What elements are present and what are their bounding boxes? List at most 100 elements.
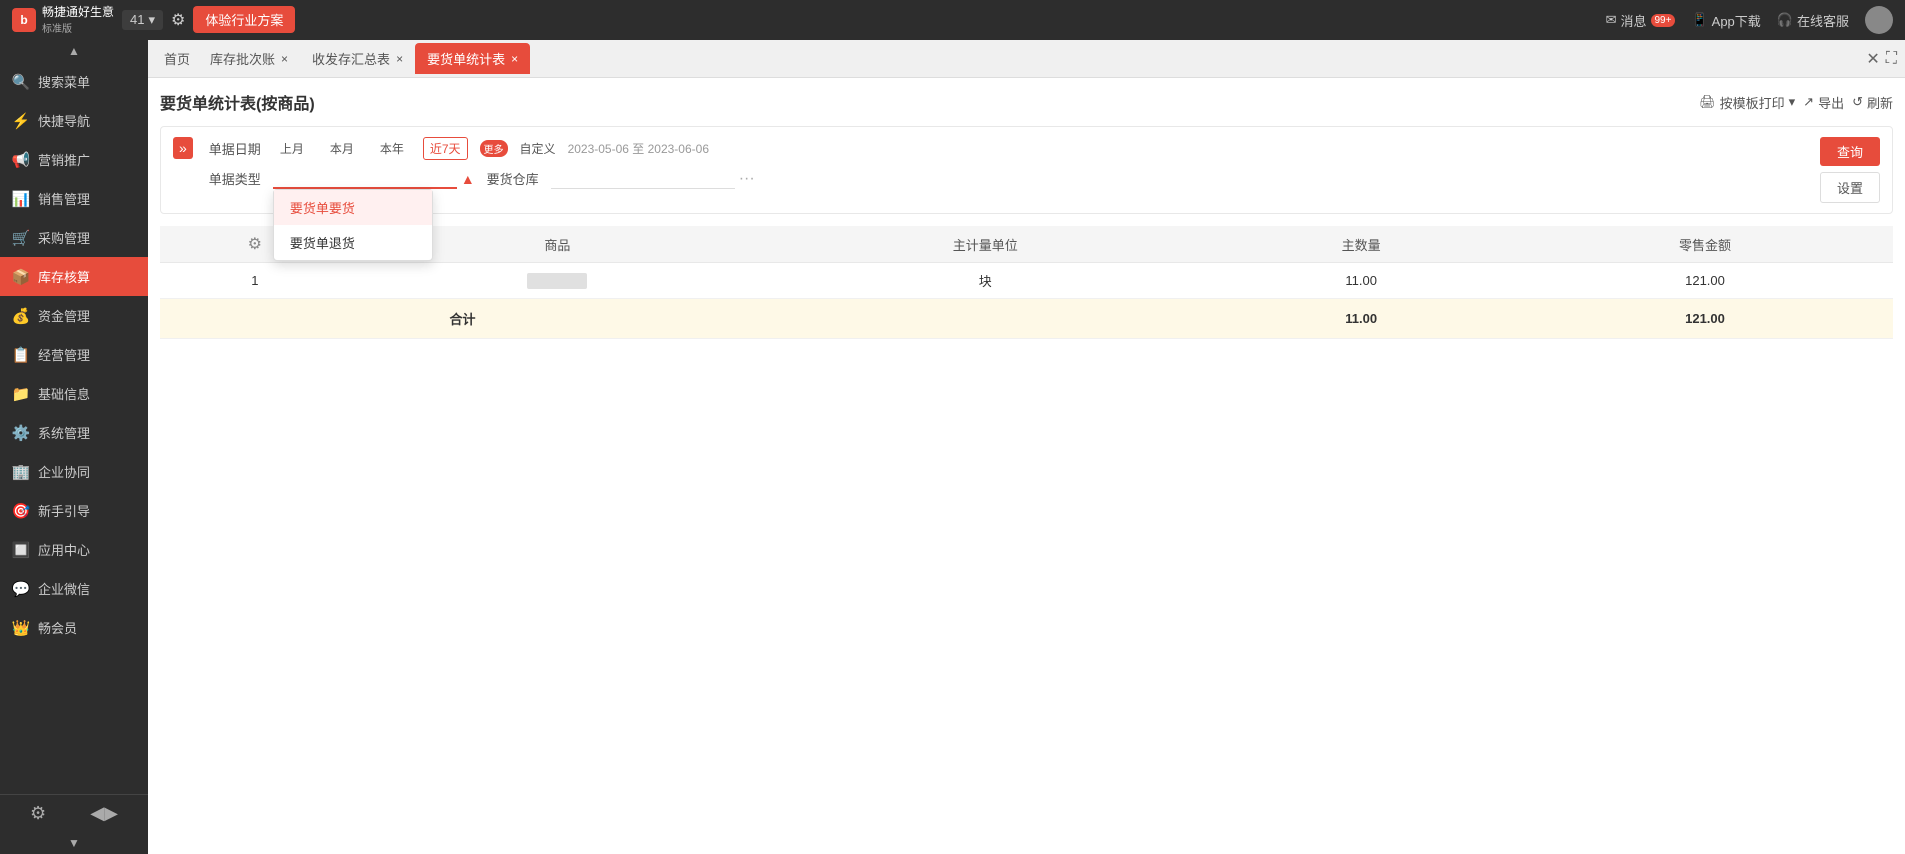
sidebar-item-marketing[interactable]: 📢 营销推广 <box>0 140 148 179</box>
date-more-badge: 更多 <box>480 140 508 157</box>
tab-inventory-batch-close[interactable]: × <box>281 52 288 66</box>
sidebar-item-purchase[interactable]: 🛒 采购管理 <box>0 218 148 257</box>
logo-icon: b <box>12 8 36 32</box>
footer-settings-icon[interactable]: ⚙ <box>30 803 46 824</box>
print-button[interactable]: 🖨 按模板打印 ▾ <box>1699 93 1795 112</box>
sidebar-item-system[interactable]: ⚙️ 系统管理 <box>0 413 148 452</box>
sidebar-item-wechat[interactable]: 💬 企业微信 <box>0 569 148 608</box>
date-btn-last-month[interactable]: 上月 <box>273 137 311 160</box>
page-title: 要货单统计表(按商品) <box>160 90 315 114</box>
dropdown-item-order-return[interactable]: 要货单退货 <box>274 225 432 260</box>
date-btn-this-year[interactable]: 本年 <box>373 137 411 160</box>
doc-type-arrow-icon[interactable]: ▲ <box>461 171 475 187</box>
sidebar-label-member: 畅会员 <box>38 618 77 637</box>
cell-quantity: 11.00 <box>1205 263 1517 299</box>
filter-bar: » 单据日期 上月 本月 本年 近7天 更多 自定义 2023-05-06 至 … <box>160 126 1893 214</box>
sidebar-icon-quick-nav: ⚡ <box>12 112 30 130</box>
date-btn-custom[interactable]: 自定义 <box>520 140 556 157</box>
settings-button[interactable]: 设置 <box>1820 172 1880 203</box>
online-service-label: 在线客服 <box>1797 11 1849 30</box>
sidebar-label-search: 搜索菜单 <box>38 72 90 91</box>
table-body: 1 块 11.00 121.00 <box>160 263 1893 299</box>
warehouse-input[interactable] <box>551 169 735 189</box>
messages-button[interactable]: ✉ 消息 99+ <box>1606 11 1676 30</box>
footer-toggle-icon[interactable]: ◀▶ <box>90 803 118 824</box>
avatar[interactable] <box>1865 6 1893 34</box>
tab-bar-actions: ✕ ⛶ <box>1866 49 1897 69</box>
trial-button[interactable]: 体验行业方案 <box>193 6 295 33</box>
sidebar: ▲ 🔍 搜索菜单 ⚡ 快捷导航 📢 营销推广 📊 销售管理 🛒 采购管理 📦 库… <box>0 40 148 854</box>
sidebar-icon-member: 👑 <box>12 619 30 637</box>
sidebar-item-search[interactable]: 🔍 搜索菜单 <box>0 62 148 101</box>
summary-amount: 121.00 <box>1517 299 1893 339</box>
sidebar-label-inventory: 库存核算 <box>38 267 90 286</box>
app-download-button[interactable]: 📱 App下载 <box>1691 11 1760 30</box>
sidebar-icon-basic-info: 📁 <box>12 385 30 403</box>
sidebar-item-guide[interactable]: 🎯 新手引导 <box>0 491 148 530</box>
settings-icon[interactable]: ⚙ <box>171 10 185 30</box>
tab-order-summary[interactable]: 要货单统计表 × <box>415 43 530 74</box>
sidebar-footer: ⚙ ◀▶ <box>0 794 148 832</box>
sidebar-item-finance[interactable]: 💰 资金管理 <box>0 296 148 335</box>
header-right: ✉ 消息 99+ 📱 App下载 🎧 在线客服 <box>1606 6 1893 34</box>
date-label: 单据日期 <box>209 139 261 158</box>
print-label: 按模板打印 <box>1720 93 1785 112</box>
query-button[interactable]: 查询 <box>1820 137 1880 166</box>
company-selector[interactable]: 41 ▾ <box>122 10 163 30</box>
refresh-icon: ↺ <box>1852 94 1863 110</box>
sidebar-item-app-center[interactable]: 🔲 应用中心 <box>0 530 148 569</box>
date-btn-7days[interactable]: 近7天 <box>423 137 468 160</box>
table-settings-icon[interactable]: ⚙ <box>248 236 262 253</box>
sidebar-label-enterprise: 企业协同 <box>38 462 90 481</box>
sidebar-label-basic-info: 基础信息 <box>38 384 90 403</box>
tab-expand-button[interactable]: ⛶ <box>1886 50 1897 68</box>
sidebar-item-basic-info[interactable]: 📁 基础信息 <box>0 374 148 413</box>
cell-amount: 121.00 <box>1517 263 1893 299</box>
sidebar-item-operations[interactable]: 📋 经营管理 <box>0 335 148 374</box>
sidebar-icon-operations: 📋 <box>12 346 30 364</box>
page-title-bar: 要货单统计表(按商品) 🖨 按模板打印 ▾ ↗ 导出 ↺ 刷新 <box>160 90 1893 114</box>
dropdown-item-order-goods[interactable]: 要货单要货 <box>274 190 432 225</box>
export-button[interactable]: ↗ 导出 <box>1803 93 1844 112</box>
filter-action-buttons: 查询 设置 <box>1820 137 1880 203</box>
doc-type-input[interactable] <box>273 168 457 189</box>
filter-toggle-button[interactable]: » <box>173 137 193 159</box>
doc-type-label: 单据类型 <box>209 169 261 188</box>
tab-inventory-batch-label: 库存批次账 <box>210 49 275 68</box>
sidebar-label-operations: 经营管理 <box>38 345 90 364</box>
app-name: 畅捷通好生意 <box>42 5 114 19</box>
warehouse-label: 要货仓库 <box>487 169 539 188</box>
logo-text-block: 畅捷通好生意 标准版 <box>42 5 114 34</box>
sidebar-item-enterprise[interactable]: 🏢 企业协同 <box>0 452 148 491</box>
col-unit: 主计量单位 <box>765 226 1205 263</box>
tab-inventory-batch[interactable]: 库存批次账 × <box>198 43 300 74</box>
main-layout: ▲ 🔍 搜索菜单 ⚡ 快捷导航 📢 营销推广 📊 销售管理 🛒 采购管理 📦 库… <box>0 40 1905 854</box>
tab-bar: 首页 库存批次账 × 收发存汇总表 × 要货单统计表 × ✕ ⛶ <box>148 40 1905 78</box>
sidebar-icon-app-center: 🔲 <box>12 541 30 559</box>
tab-receive-summary-close[interactable]: × <box>396 52 403 66</box>
refresh-button[interactable]: ↺ 刷新 <box>1852 93 1893 112</box>
sidebar-scroll-up[interactable]: ▲ <box>0 40 148 62</box>
tab-order-summary-close[interactable]: × <box>511 52 518 66</box>
tab-receive-summary[interactable]: 收发存汇总表 × <box>300 43 415 74</box>
tab-receive-summary-label: 收发存汇总表 <box>312 49 390 68</box>
print-icon: 🖨 <box>1699 94 1716 110</box>
print-dropdown-icon: ▾ <box>1789 94 1796 110</box>
warehouse-more-icon[interactable]: ··· <box>739 170 755 188</box>
sidebar-item-quick-nav[interactable]: ⚡ 快捷导航 <box>0 101 148 140</box>
date-btn-this-month[interactable]: 本月 <box>323 137 361 160</box>
online-service-button[interactable]: 🎧 在线客服 <box>1777 11 1849 30</box>
messages-label: 消息 <box>1620 11 1646 30</box>
sidebar-item-sales[interactable]: 📊 销售管理 <box>0 179 148 218</box>
sidebar-item-member[interactable]: 👑 畅会员 <box>0 608 148 647</box>
sidebar-scroll-down[interactable]: ▼ <box>0 832 148 854</box>
sidebar-icon-marketing: 📢 <box>12 151 30 169</box>
sidebar-items: 🔍 搜索菜单 ⚡ 快捷导航 📢 营销推广 📊 销售管理 🛒 采购管理 📦 库存核… <box>0 62 148 647</box>
product-placeholder <box>527 273 587 289</box>
page-actions: 🖨 按模板打印 ▾ ↗ 导出 ↺ 刷新 <box>1699 93 1893 112</box>
tab-home[interactable]: 首页 <box>156 43 198 74</box>
sidebar-item-inventory[interactable]: 📦 库存核算 <box>0 257 148 296</box>
sidebar-label-system: 系统管理 <box>38 423 90 442</box>
tab-close-all-button[interactable]: ✕ <box>1866 49 1879 69</box>
filter-date-row: 单据日期 上月 本月 本年 近7天 更多 自定义 2023-05-06 至 20… <box>209 137 1804 160</box>
